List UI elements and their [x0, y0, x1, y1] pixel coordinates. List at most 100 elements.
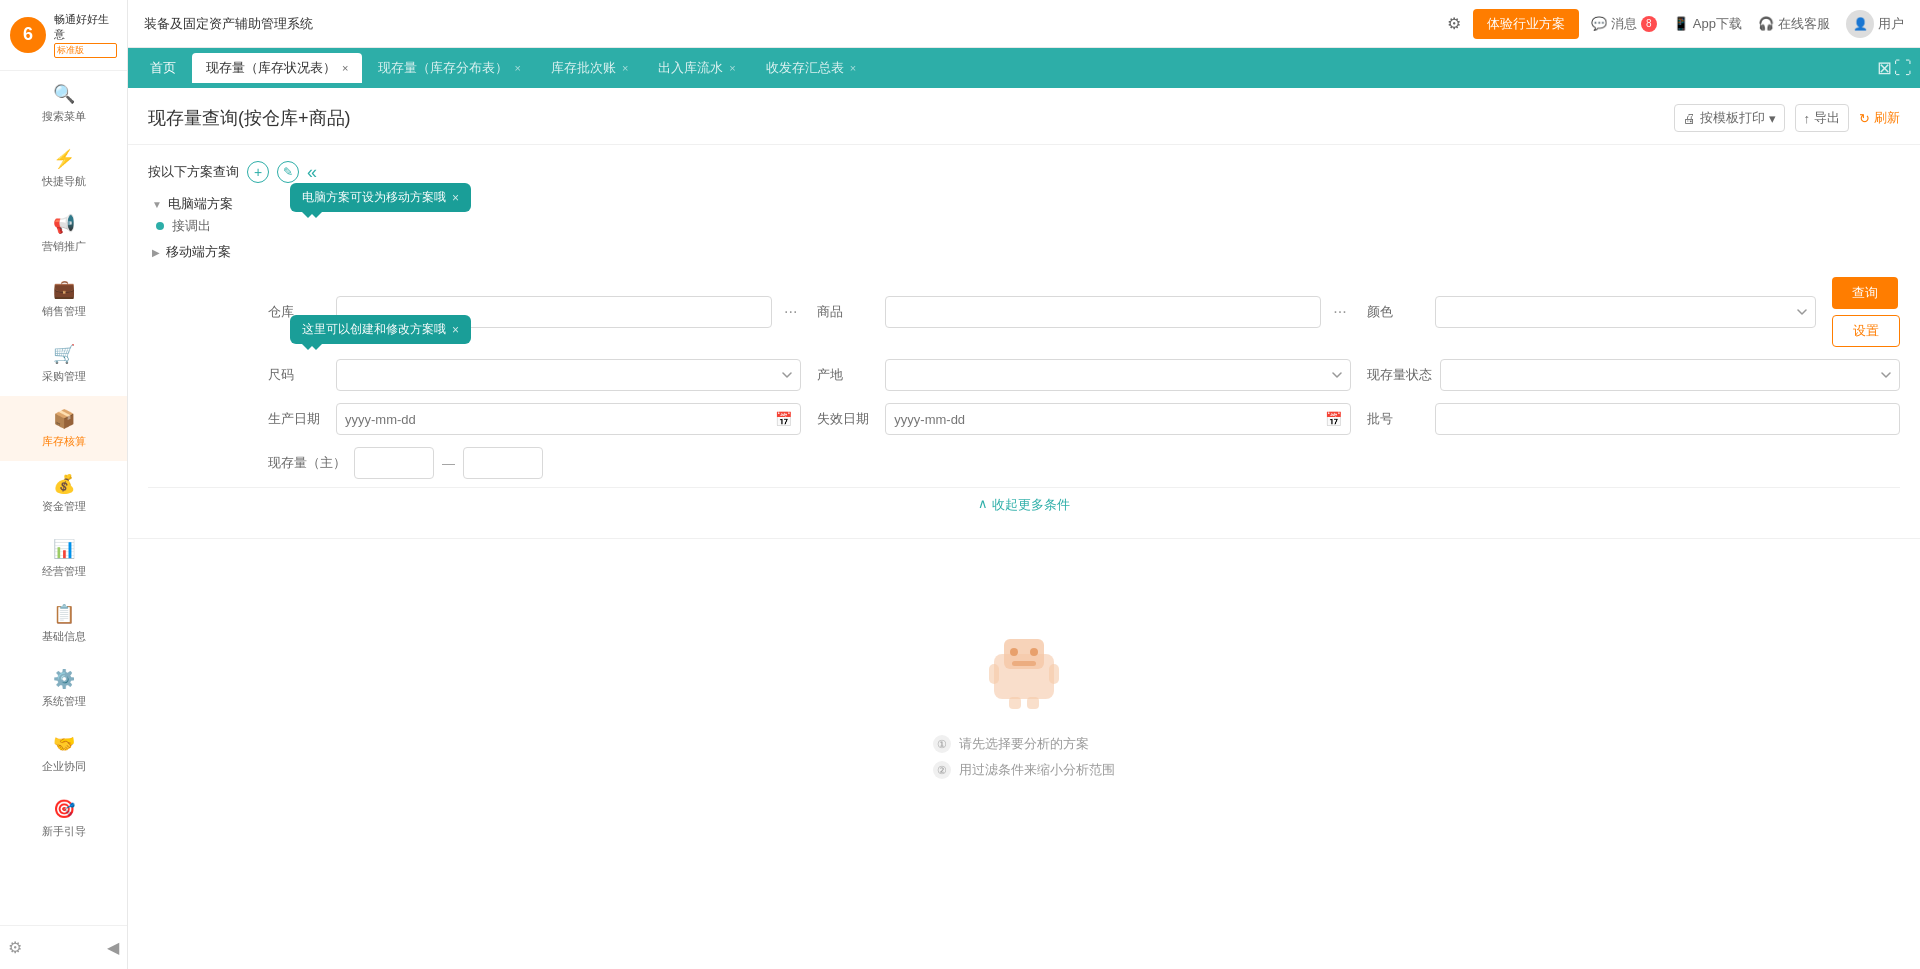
sidebar-item-sales[interactable]: 💼 销售管理	[0, 266, 127, 331]
color-select[interactable]	[1435, 296, 1816, 328]
color-label: 颜色	[1367, 303, 1427, 321]
sidebar-item-guide[interactable]: 🎯 新手引导	[0, 786, 127, 851]
tab-inventory-status[interactable]: 现存量（库存状况表） ×	[192, 53, 362, 83]
tab-recv-summary[interactable]: 收发存汇总表 ×	[752, 53, 870, 83]
produce-date-start[interactable]	[345, 412, 771, 427]
sidebar: 6 畅通好好生意 标准版 🔍 搜索菜单 ⚡ 快捷导航 📢 营销推广 💼 销售管理…	[0, 0, 128, 969]
sidebar-item-operation[interactable]: 📊 经营管理	[0, 526, 127, 591]
size-select[interactable]	[336, 359, 801, 391]
sidebar-icon-sales: 💼	[53, 278, 75, 300]
tab-inventory-dist-close[interactable]: ×	[514, 62, 520, 74]
expire-date-calendar-icon[interactable]: 📅	[1325, 411, 1342, 427]
mobile-scheme-label[interactable]: 移动端方案	[166, 243, 231, 261]
stock-qty-end[interactable]	[463, 447, 543, 479]
export-btn[interactable]: ↑ 导出	[1795, 104, 1850, 132]
main-area: 装备及固定资产辅助管理系统 ⚙ 体验行业方案 💬 消息 8 📱 App下载 🎧 …	[128, 0, 1920, 969]
tooltip2-close[interactable]: ×	[452, 323, 459, 337]
filter-color: 颜色 查询 设置	[1367, 277, 1900, 347]
sidebar-item-inventory[interactable]: 📦 库存核算	[0, 396, 127, 461]
collapse-row[interactable]: ∧ 收起更多条件	[148, 487, 1900, 522]
tab-fullscreen-btn[interactable]: ⛶	[1894, 58, 1912, 79]
origin-select[interactable]	[885, 359, 1350, 391]
tab-home[interactable]: 首页	[136, 53, 190, 83]
sidebar-item-finance[interactable]: 💰 资金管理	[0, 461, 127, 526]
sidebar-item-quick[interactable]: ⚡ 快捷导航	[0, 136, 127, 201]
tab-batch-account[interactable]: 库存批次账 ×	[537, 53, 642, 83]
filter-size: 尺码	[268, 359, 801, 391]
refresh-icon: ↻	[1859, 111, 1870, 126]
scheme-tooltip2: 这里可以创建和修改方案哦 ×	[290, 315, 471, 344]
batch-no-input[interactable]	[1435, 403, 1900, 435]
search-btn[interactable]: 查询	[1832, 277, 1898, 309]
sidebar-label-quick: 快捷导航	[42, 174, 86, 189]
svg-rect-6	[1049, 664, 1059, 684]
sidebar-icon-basic: 📋	[53, 603, 75, 625]
desktop-scheme-label[interactable]: 电脑端方案	[168, 195, 233, 213]
sidebar-label-marketing: 营销推广	[42, 239, 86, 254]
tab-inventory-status-label: 现存量（库存状况表）	[206, 59, 336, 77]
filter-goods: 商品 ···	[817, 277, 1350, 347]
online-support-btn[interactable]: 🎧 在线客服	[1758, 15, 1830, 33]
filter-edit-btn[interactable]: ✎	[277, 161, 299, 183]
tab-inout-flow[interactable]: 出入库流水 ×	[644, 53, 749, 83]
trial-button[interactable]: 体验行业方案	[1473, 9, 1579, 39]
user-avatar-btn[interactable]: 👤 用户	[1846, 10, 1904, 38]
desktop-arrow[interactable]: ▼	[152, 199, 162, 210]
expire-date-start-wrap: 📅	[885, 403, 1350, 435]
filter-add-btn[interactable]: +	[247, 161, 269, 183]
empty-illustration	[974, 619, 1074, 719]
mobile-arrow[interactable]: ▶	[152, 247, 160, 258]
tooltip1-close[interactable]: ×	[452, 191, 459, 205]
goods-dots[interactable]: ···	[1329, 303, 1350, 321]
sidebar-item-purchase[interactable]: 🛒 采购管理	[0, 331, 127, 396]
desktop-child-label[interactable]: 接调出	[172, 217, 211, 235]
stock-qty-start[interactable]	[354, 447, 434, 479]
warehouse-dots[interactable]: ···	[780, 303, 801, 321]
filter-expire-date: 失效日期 📅	[817, 403, 1350, 435]
message-label: 消息	[1611, 15, 1637, 33]
sidebar-icon-guide: 🎯	[53, 798, 75, 820]
sidebar-item-basic[interactable]: 📋 基础信息	[0, 591, 127, 656]
goods-input[interactable]	[885, 296, 1321, 328]
tab-inout-flow-label: 出入库流水	[658, 59, 723, 77]
sidebar-bottom: ⚙ ◀	[0, 925, 127, 969]
topbar-settings-icon[interactable]: ⚙	[1447, 14, 1461, 33]
sidebar-icon-purchase: 🛒	[53, 343, 75, 365]
desktop-scheme-child: 接调出	[148, 217, 268, 235]
sidebar-item-search[interactable]: 🔍 搜索菜单	[0, 71, 127, 136]
filter-stock-qty: 现存量（主） —	[268, 447, 801, 479]
scheme-tooltip1: 电脑方案可设为移动方案哦 ×	[290, 183, 471, 212]
filter-origin: 产地	[817, 359, 1350, 391]
filter-back-btn[interactable]: «	[307, 162, 317, 183]
collapse-up-icon: ∧	[978, 496, 988, 514]
sidebar-item-system[interactable]: ⚙️ 系统管理	[0, 656, 127, 721]
expire-date-start[interactable]	[894, 412, 1320, 427]
online-support-label: 在线客服	[1778, 15, 1830, 33]
tooltip1-text: 电脑方案可设为移动方案哦	[302, 189, 446, 206]
filter-grid: 仓库 ··· 商品 ··· 颜色 查询 设置	[148, 277, 1900, 479]
tab-inventory-dist[interactable]: 现存量（库存分布表） ×	[364, 53, 534, 83]
tab-inout-flow-close[interactable]: ×	[729, 62, 735, 74]
app-download-btn[interactable]: 📱 App下载	[1673, 15, 1742, 33]
sidebar-item-marketing[interactable]: 📢 营销推广	[0, 201, 127, 266]
reset-btn[interactable]: 设置	[1832, 315, 1900, 347]
tab-recv-summary-label: 收发存汇总表	[766, 59, 844, 77]
sidebar-item-enterprise[interactable]: 🤝 企业协同	[0, 721, 127, 786]
topbar: 装备及固定资产辅助管理系统 ⚙ 体验行业方案 💬 消息 8 📱 App下载 🎧 …	[128, 0, 1920, 48]
sidebar-icon-inventory: 📦	[53, 408, 75, 430]
app-download-label: App下载	[1693, 15, 1742, 33]
message-btn[interactable]: 💬 消息 8	[1591, 15, 1657, 33]
content-inner: 现存量查询(按仓库+商品) 🖨 按模板打印 ▾ ↑ 导出 ↻ 刷新	[128, 88, 1920, 969]
settings-bottom-icon[interactable]: ⚙	[8, 938, 22, 957]
sidebar-menu: 🔍 搜索菜单 ⚡ 快捷导航 📢 营销推广 💼 销售管理 🛒 采购管理 📦 库存核…	[0, 71, 127, 925]
stock-status-select[interactable]	[1440, 359, 1900, 391]
produce-date-calendar-icon[interactable]: 📅	[775, 411, 792, 427]
collapse-sidebar-icon[interactable]: ◀	[107, 938, 119, 957]
refresh-btn[interactable]: ↻ 刷新	[1859, 109, 1900, 127]
tab-inventory-status-close[interactable]: ×	[342, 62, 348, 74]
tab-batch-account-close[interactable]: ×	[622, 62, 628, 74]
export-icon: ↑	[1804, 111, 1811, 126]
tab-expand-btn[interactable]: ⊠	[1877, 57, 1892, 79]
tab-recv-summary-close[interactable]: ×	[850, 62, 856, 74]
print-btn[interactable]: 🖨 按模板打印 ▾	[1674, 104, 1785, 132]
